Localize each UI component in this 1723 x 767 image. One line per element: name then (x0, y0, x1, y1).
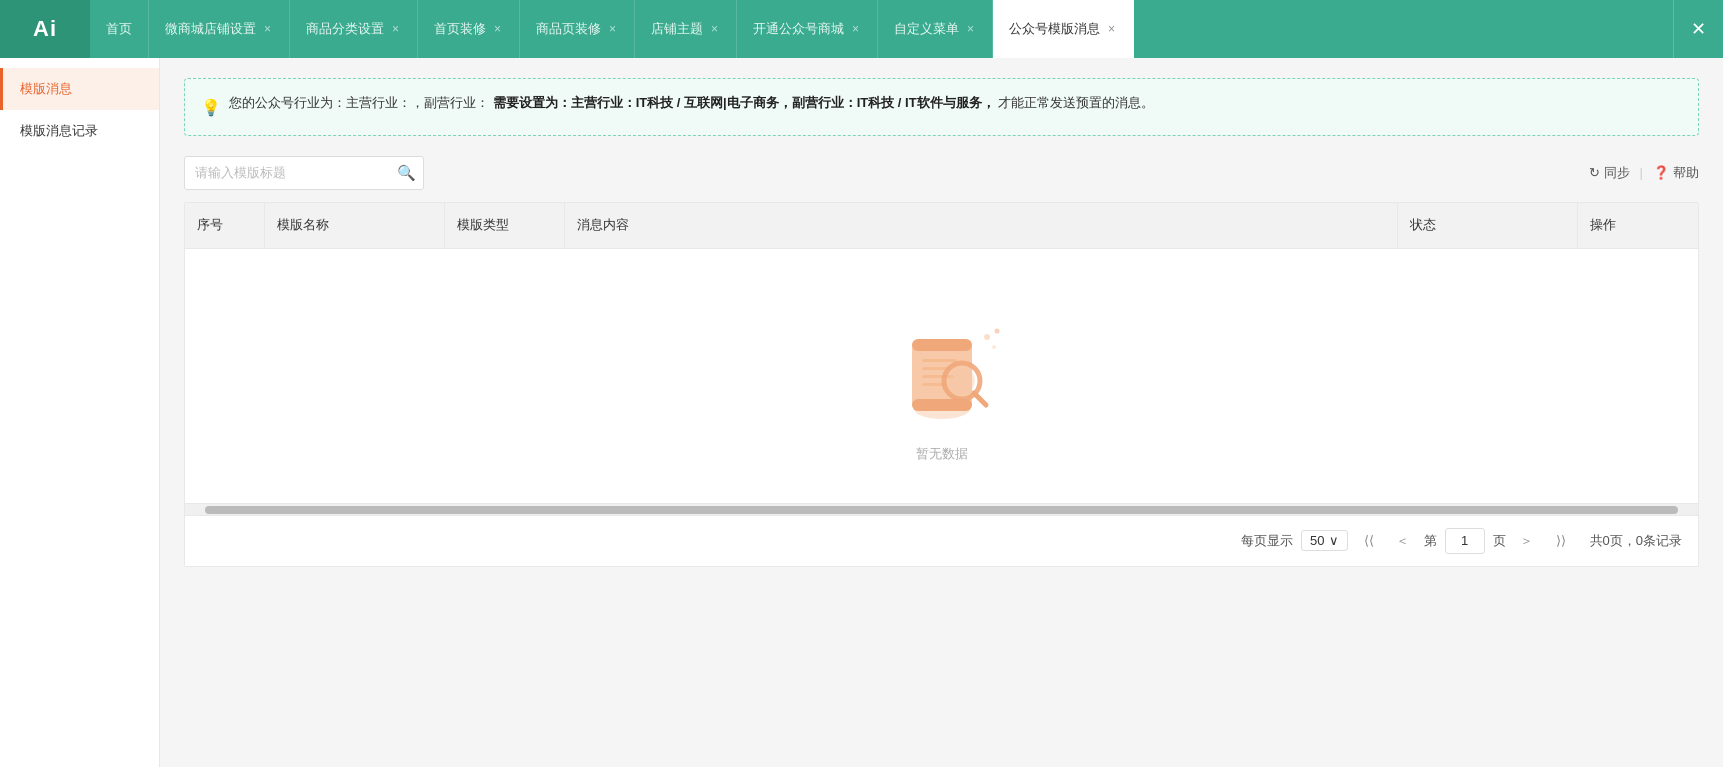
svg-rect-6 (922, 375, 954, 378)
svg-point-9 (949, 368, 975, 394)
close-all-button[interactable]: ✕ (1673, 0, 1723, 58)
tab-label: 首页装修 (434, 20, 486, 38)
tab-close-icon[interactable]: × (850, 20, 861, 38)
table-col-模版类型: 模版类型 (445, 203, 565, 248)
first-page-button[interactable]: ⟨⟨ (1356, 528, 1382, 554)
svg-rect-7 (922, 383, 944, 386)
page-label-before: 第 (1424, 532, 1437, 550)
table-col-状态: 状态 (1398, 203, 1578, 248)
tab-微商城店铺设置[interactable]: 微商城店铺设置 × (149, 0, 290, 58)
tab-label: 首页 (106, 20, 132, 38)
table-col-模版名称: 模版名称 (265, 203, 445, 248)
tab-label: 店铺主题 (651, 20, 703, 38)
scrollbar-thumb[interactable] (205, 506, 1678, 514)
tab-开通公众号商城[interactable]: 开通公众号商城 × (737, 0, 878, 58)
tab-首页装修[interactable]: 首页装修 × (418, 0, 520, 58)
main-layout: 模版消息模版消息记录 💡 您的公众号行业为：主营行业：，副营行业： 需要设置为：… (0, 58, 1723, 767)
page-input[interactable] (1445, 528, 1485, 554)
table-header: 序号模版名称模版类型消息内容状态操作 (185, 203, 1698, 249)
chevron-down-icon: ∨ (1329, 533, 1339, 548)
svg-point-11 (984, 334, 990, 340)
tab-公众号模版消息[interactable]: 公众号模版消息 × (993, 0, 1134, 58)
table-wrap: 序号模版名称模版类型消息内容状态操作 (184, 202, 1699, 567)
notice-text: 您的公众号行业为：主营行业：，副营行业： 需要设置为：主营行业：IT科技 / 互… (229, 93, 1154, 114)
search-button[interactable]: 🔍 (389, 156, 423, 190)
sidebar: 模版消息模版消息记录 (0, 58, 160, 767)
tab-首页[interactable]: 首页 (90, 0, 149, 58)
last-page-button[interactable]: ⟩⟩ (1548, 528, 1574, 554)
bulb-icon: 💡 (201, 95, 221, 121)
tab-close-icon[interactable]: × (492, 20, 503, 38)
tab-label: 自定义菜单 (894, 20, 959, 38)
logo: Ai (0, 0, 90, 58)
tab-商品分类设置[interactable]: 商品分类设置 × (290, 0, 418, 58)
svg-point-12 (992, 345, 996, 349)
search-box: 🔍 (184, 156, 424, 190)
tab-label: 开通公众号商城 (753, 20, 844, 38)
empty-illustration (882, 309, 1002, 429)
page-label-after: 页 (1493, 532, 1506, 550)
svg-line-10 (974, 393, 986, 405)
tab-close-icon[interactable]: × (1106, 20, 1117, 38)
svg-point-13 (994, 328, 999, 333)
sync-icon: ↻ (1589, 165, 1600, 180)
toolbar: 🔍 ↻ 同步 | ❓ 帮助 (184, 156, 1699, 190)
page-size-select[interactable]: 50 ∨ (1301, 530, 1347, 551)
notice-box: 💡 您的公众号行业为：主营行业：，副营行业： 需要设置为：主营行业：IT科技 /… (184, 78, 1699, 136)
page-size-label: 每页显示 (1241, 532, 1293, 550)
svg-rect-2 (912, 339, 972, 351)
notice-highlight: 需要设置为：主营行业：IT科技 / 互联网|电子商务，副营行业：IT科技 / I… (493, 95, 995, 110)
tab-bar: 首页微商城店铺设置×商品分类设置×首页装修×商品页装修×店铺主题×开通公众号商城… (90, 0, 1673, 58)
divider: | (1640, 165, 1643, 180)
sidebar-item-模版消息[interactable]: 模版消息 (0, 68, 159, 110)
table-col-消息内容: 消息内容 (565, 203, 1398, 248)
svg-rect-4 (922, 359, 957, 362)
table-col-操作: 操作 (1578, 203, 1698, 248)
toolbar-right: ↻ 同步 | ❓ 帮助 (1589, 164, 1699, 182)
tab-close-icon[interactable]: × (965, 20, 976, 38)
help-icon: ❓ (1653, 165, 1669, 180)
sync-button[interactable]: ↻ 同步 (1589, 164, 1630, 182)
pagination: 每页显示 50 ∨ ⟨⟨ ＜ 第 页 ＞ ⟩⟩ 共0页，0条记录 (185, 515, 1698, 566)
empty-state: 暂无数据 (185, 249, 1698, 503)
help-button[interactable]: ❓ 帮助 (1653, 164, 1699, 182)
sidebar-item-模版消息记录[interactable]: 模版消息记录 (0, 110, 159, 152)
tab-label: 微商城店铺设置 (165, 20, 256, 38)
tab-店铺主题[interactable]: 店铺主题 × (635, 0, 737, 58)
tab-label: 商品分类设置 (306, 20, 384, 38)
horizontal-scrollbar[interactable] (185, 503, 1698, 515)
tab-商品页装修[interactable]: 商品页装修 × (520, 0, 635, 58)
tab-label: 公众号模版消息 (1009, 20, 1100, 38)
table-col-序号: 序号 (185, 203, 265, 248)
tab-close-icon[interactable]: × (262, 20, 273, 38)
main-content: 💡 您的公众号行业为：主营行业：，副营行业： 需要设置为：主营行业：IT科技 /… (160, 58, 1723, 767)
prev-page-button[interactable]: ＜ (1390, 528, 1416, 554)
tab-label: 商品页装修 (536, 20, 601, 38)
tab-close-icon[interactable]: × (390, 20, 401, 38)
total-text: 共0页，0条记录 (1590, 532, 1682, 550)
tab-close-icon[interactable]: × (709, 20, 720, 38)
top-nav: Ai 首页微商城店铺设置×商品分类设置×首页装修×商品页装修×店铺主题×开通公众… (0, 0, 1723, 58)
tab-自定义菜单[interactable]: 自定义菜单 × (878, 0, 993, 58)
empty-text: 暂无数据 (916, 445, 968, 463)
next-page-button[interactable]: ＞ (1514, 528, 1540, 554)
tab-close-icon[interactable]: × (607, 20, 618, 38)
search-input[interactable] (185, 165, 389, 180)
